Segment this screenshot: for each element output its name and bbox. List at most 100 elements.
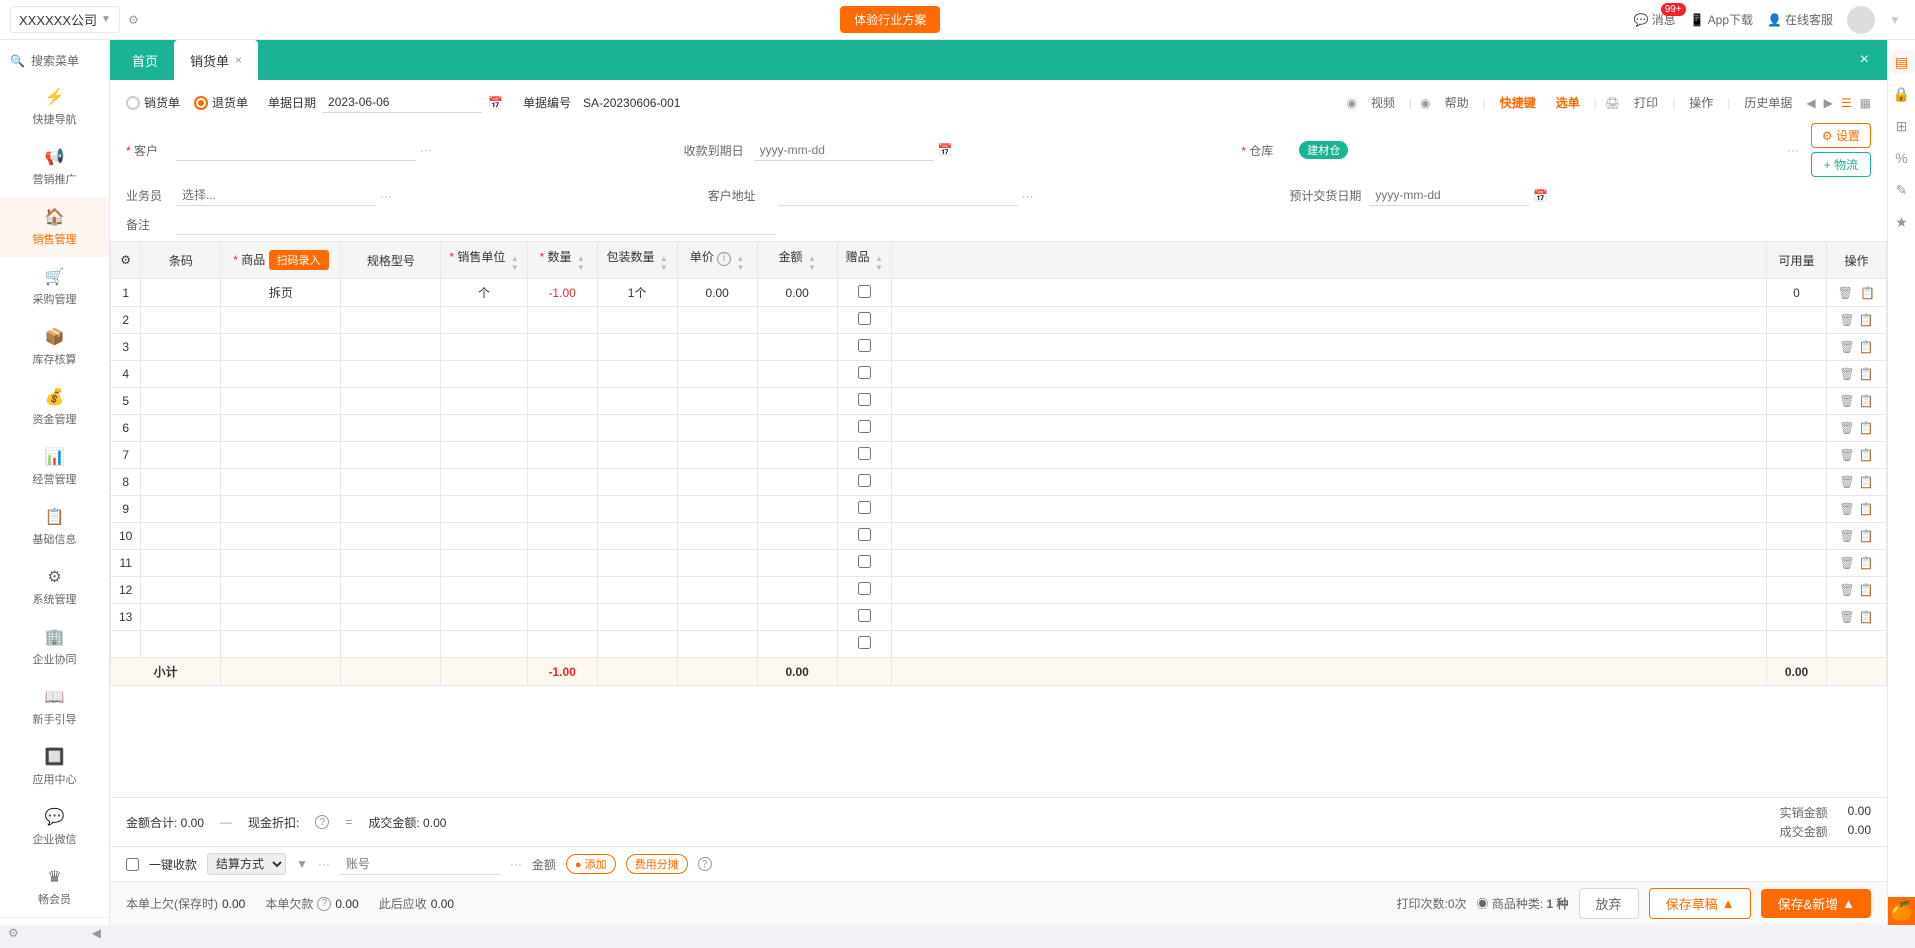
shortcut-btn[interactable]: 快捷键 [1494, 92, 1542, 113]
discard-button[interactable]: 放弃 [1579, 888, 1639, 919]
customer-dots[interactable]: ··· [420, 143, 432, 157]
delete-icon[interactable]: 🗑 [1839, 556, 1854, 570]
gift-checkbox[interactable] [858, 339, 871, 352]
owe-info-icon[interactable]: ? [317, 897, 331, 911]
sidebar-search[interactable]: 🔍 搜索菜单 [0, 44, 109, 77]
copy-icon[interactable]: 📋 [1859, 448, 1874, 462]
gift-checkbox[interactable] [858, 285, 871, 298]
scan-button[interactable]: 扫码录入 [269, 250, 329, 270]
customer-input[interactable] [176, 140, 416, 161]
due-date-calendar-icon[interactable]: 📅 [938, 143, 953, 157]
video-btn[interactable]: 视频 [1365, 92, 1401, 113]
gift-checkbox[interactable] [858, 447, 871, 460]
print-btn[interactable]: 打印 [1628, 92, 1664, 113]
row-price[interactable]: 0.00 [677, 279, 757, 307]
notes-input[interactable] [176, 214, 776, 235]
copy-icon[interactable]: 📋 [1859, 583, 1874, 597]
sidebar-item-purchase-mgmt[interactable]: 🛒 采购管理 [0, 257, 109, 317]
row-product[interactable]: 拆页 [221, 279, 341, 307]
row-qty[interactable]: -1.00 [527, 279, 597, 307]
col-gear[interactable]: ⚙ [111, 242, 141, 279]
save-new-button[interactable]: 保存&新增 ▲ [1761, 889, 1871, 918]
sidebar-item-wechat[interactable]: 💬 企业微信 [0, 797, 109, 857]
gift-checkbox[interactable] [858, 312, 871, 325]
delete-icon[interactable]: 🗑 [1839, 529, 1854, 543]
sidebar-item-quick-nav[interactable]: ⚡ 快捷导航 [0, 77, 109, 137]
sidebar-item-membership[interactable]: ♛ 畅会员 [0, 857, 109, 917]
right-icon-star[interactable]: ★ [1890, 210, 1914, 234]
customer-addr-input[interactable] [778, 185, 1018, 206]
delete-icon[interactable]: 🗑 [1839, 367, 1854, 381]
delete-icon[interactable]: 🗑 [1839, 421, 1854, 435]
view-list-icon[interactable]: ☰ [1841, 96, 1852, 110]
avatar[interactable] [1847, 6, 1875, 34]
sidebar-item-sales-mgmt[interactable]: 🏠 销售管理 [0, 197, 109, 257]
gift-checkbox[interactable] [858, 636, 871, 649]
history-btn[interactable]: 历史单据 [1738, 92, 1798, 113]
sidebar-item-basic-info[interactable]: 📋 基础信息 [0, 497, 109, 557]
copy-icon[interactable]: 📋 [1859, 421, 1874, 435]
salesman-dots[interactable]: ··· [380, 189, 392, 203]
row-barcode[interactable] [141, 279, 221, 307]
calendar-icon[interactable]: 📅 [488, 96, 503, 110]
date-input[interactable] [322, 92, 482, 113]
copy-icon[interactable]: 📋 [1859, 475, 1874, 489]
message-button[interactable]: 💬 消息 99+ [1634, 11, 1676, 28]
settings-button[interactable]: ⚙ 设置 [1811, 123, 1871, 148]
select-order-btn[interactable]: 选单 [1550, 92, 1586, 113]
delete-icon[interactable]: 🗑 [1839, 448, 1854, 462]
operate-btn[interactable]: 操作 [1683, 92, 1719, 113]
copy-icon[interactable]: 📋 [1859, 610, 1874, 624]
right-icon-orange[interactable]: 🍊 [1888, 897, 1915, 925]
settings-icon[interactable]: ⚙ [128, 13, 139, 27]
nav-prev-icon[interactable]: ◀ [1806, 96, 1815, 110]
logistics-button[interactable]: + 物流 [1811, 152, 1871, 177]
online-service-button[interactable]: 👤 在线客服 [1767, 11, 1833, 28]
tab-close-icon[interactable]: × [235, 53, 242, 67]
addr-dots[interactable]: ··· [1022, 189, 1034, 203]
close-all-button[interactable]: × [1848, 51, 1881, 69]
sidebar-gear-icon[interactable]: ⚙ [8, 926, 19, 940]
copy-icon[interactable]: 📋 [1859, 529, 1874, 543]
delete-icon[interactable]: 🗑 [1839, 475, 1854, 489]
right-icon-table[interactable]: ▤ [1890, 50, 1914, 74]
copy-icon[interactable]: 📋 [1859, 340, 1874, 354]
copy-icon[interactable]: 📋 [1860, 286, 1875, 300]
calc-method-select[interactable]: 结算方式 [207, 853, 286, 875]
right-icon-percent[interactable]: % [1890, 146, 1914, 170]
nav-next-icon[interactable]: ▶ [1824, 96, 1833, 110]
tab-home[interactable]: 首页 [116, 40, 174, 80]
fee-info-icon[interactable]: ? [698, 857, 712, 871]
row-unit[interactable]: 个 [441, 279, 527, 307]
sidebar-item-newbie[interactable]: 📖 新手引导 [0, 677, 109, 737]
gift-checkbox[interactable] [858, 528, 871, 541]
dots-payment[interactable]: ··· [318, 857, 330, 871]
help-btn[interactable]: 帮助 [1439, 92, 1475, 113]
copy-icon[interactable]: 📋 [1859, 313, 1874, 327]
copy-icon[interactable]: 📋 [1859, 394, 1874, 408]
sidebar-item-operations[interactable]: 📊 经营管理 [0, 437, 109, 497]
discount-info-icon[interactable]: ? [315, 815, 329, 829]
gift-checkbox[interactable] [858, 393, 871, 406]
add-payment-button[interactable]: ● 添加 [566, 854, 616, 874]
radio-return-order[interactable]: 退货单 [194, 94, 248, 111]
sidebar-item-inventory[interactable]: 📦 库存核算 [0, 317, 109, 377]
gift-checkbox[interactable] [858, 555, 871, 568]
sidebar-item-marketing[interactable]: 📢 营销推广 [0, 137, 109, 197]
app-download-button[interactable]: 📱 App下载 [1690, 11, 1753, 28]
one-click-payment-checkbox[interactable] [126, 858, 139, 871]
row-pack-qty[interactable]: 1个 [597, 279, 677, 307]
account-input[interactable] [340, 854, 500, 875]
warehouse-dots[interactable]: ··· [1787, 143, 1799, 157]
delete-icon[interactable]: 🗑 [1839, 313, 1854, 327]
right-icon-expand[interactable]: ⊞ [1890, 114, 1914, 138]
delete-icon[interactable]: 🗑 [1838, 286, 1853, 300]
sidebar-item-enterprise[interactable]: 🏢 企业协同 [0, 617, 109, 677]
sidebar-collapse-icon[interactable]: ◀ [92, 926, 101, 940]
salesman-input[interactable] [176, 185, 376, 206]
tab-sales-order[interactable]: 销货单 × [174, 40, 258, 80]
fee-split-button[interactable]: 费用分摊 [626, 854, 688, 874]
gift-checkbox[interactable] [858, 501, 871, 514]
gift-checkbox[interactable] [858, 366, 871, 379]
delete-icon[interactable]: 🗑 [1839, 340, 1854, 354]
